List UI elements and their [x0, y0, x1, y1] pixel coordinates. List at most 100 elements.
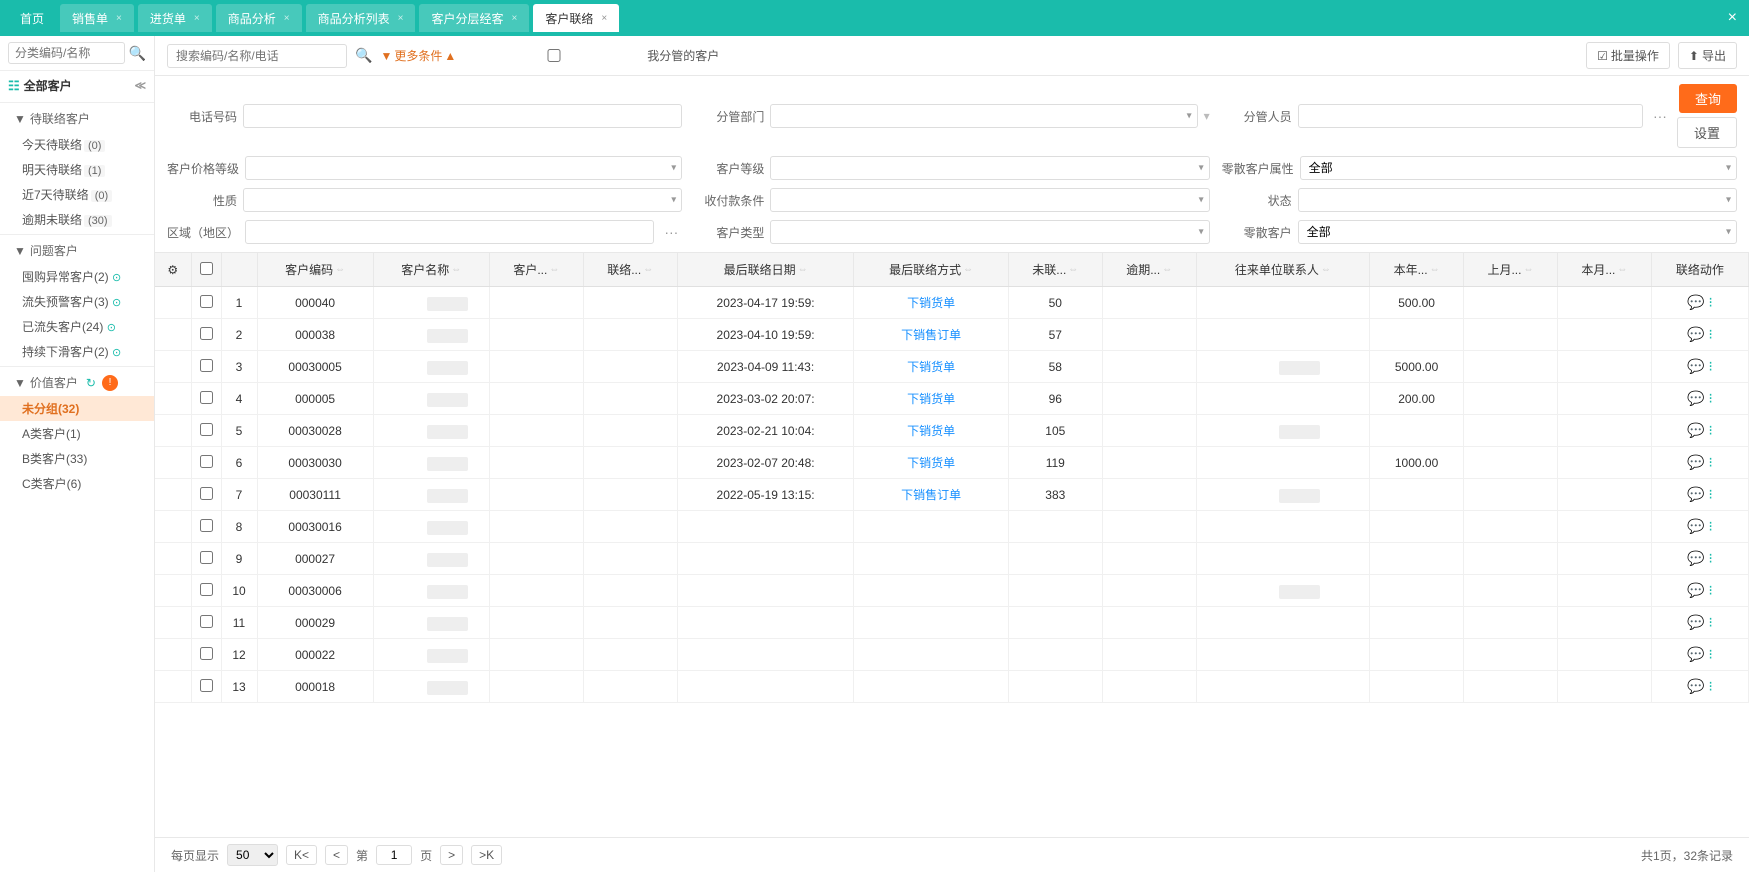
contact-action-icon[interactable]: 💬: [1687, 518, 1704, 535]
sidebar-group-problem[interactable]: ▼ 问题客户: [0, 237, 154, 264]
row-checkbox[interactable]: [200, 679, 213, 692]
last-contact-method-link[interactable]: 下销货单: [907, 360, 955, 374]
filter-payment-select[interactable]: [770, 188, 1209, 212]
col-name[interactable]: 客户名称⇔: [373, 253, 489, 287]
current-page-input[interactable]: [376, 845, 412, 865]
more-action-icon[interactable]: ⁝: [1708, 550, 1712, 567]
last-page-btn[interactable]: >K: [471, 845, 502, 865]
reset-button[interactable]: 设置: [1677, 117, 1737, 148]
contact-action-icon[interactable]: 💬: [1687, 486, 1704, 503]
col-this-month[interactable]: 本月...⇔: [1557, 253, 1651, 287]
col-name-resize[interactable]: ⇔: [451, 264, 461, 275]
sidebar-item-class-b[interactable]: B类客户(33): [0, 446, 154, 471]
filter-status-select[interactable]: [1298, 188, 1737, 212]
filter-person-input[interactable]: [1298, 104, 1643, 128]
search-button[interactable]: 🔍: [355, 47, 372, 64]
last-contact-method-link[interactable]: 下销售订单: [901, 488, 961, 502]
row-checkbox[interactable]: [200, 423, 213, 436]
col-this-month-resize[interactable]: ⇔: [1617, 264, 1627, 275]
sidebar-item-ungroup[interactable]: 未分组(32): [0, 396, 154, 421]
col-unit-contact[interactable]: 往来单位联系人⇔: [1196, 253, 1369, 287]
more-action-icon[interactable]: ⁝: [1708, 582, 1712, 599]
more-action-icon[interactable]: ⁝: [1708, 678, 1712, 695]
filter-person-dots[interactable]: ···: [1649, 108, 1671, 124]
row-checkbox[interactable]: [200, 583, 213, 596]
contact-action-icon[interactable]: 💬: [1687, 326, 1704, 343]
tab-sales[interactable]: 销售单 ×: [60, 4, 134, 32]
row-checkbox[interactable]: [200, 647, 213, 660]
sidebar-item-overdue[interactable]: 逾期未联络(30): [0, 207, 154, 232]
more-action-icon[interactable]: ⁝: [1708, 294, 1712, 311]
filter-region-dots[interactable]: ···: [660, 224, 682, 240]
last-contact-method-link[interactable]: 下销货单: [907, 424, 955, 438]
filter-price-level-select[interactable]: [245, 156, 682, 180]
sidebar-search-icon[interactable]: 🔍: [129, 45, 146, 62]
col-contact[interactable]: 联络...⇔: [583, 253, 677, 287]
row-checkbox[interactable]: [200, 455, 213, 468]
more-action-icon[interactable]: ⁝: [1708, 358, 1712, 375]
my-customers-checkbox[interactable]: [464, 49, 644, 62]
col-this-year[interactable]: 本年...⇔: [1370, 253, 1464, 287]
contact-action-icon[interactable]: 💬: [1687, 614, 1704, 631]
more-action-icon[interactable]: ⁝: [1708, 486, 1712, 503]
more-action-icon[interactable]: ⁝: [1708, 518, 1712, 535]
last-contact-method-link[interactable]: 下销货单: [907, 392, 955, 406]
col-settings[interactable]: ⚙: [155, 253, 191, 287]
filter-phone-input[interactable]: [243, 104, 682, 128]
filter-retail-attr-select[interactable]: 全部: [1300, 156, 1737, 180]
tab-customer-segment[interactable]: 客户分层经客 ×: [419, 4, 529, 32]
sidebar-item-churn-warning[interactable]: 流失预警客户(3) ⊙: [0, 289, 154, 314]
col-contact-resize[interactable]: ⇔: [643, 264, 653, 275]
col-this-year-resize[interactable]: ⇔: [1430, 264, 1440, 275]
sidebar-item-tomorrow[interactable]: 明天待联络(1): [0, 157, 154, 182]
more-action-icon[interactable]: ⁝: [1708, 614, 1712, 631]
contact-action-icon[interactable]: 💬: [1687, 582, 1704, 599]
batch-operation-button[interactable]: ☑ 批量操作: [1586, 42, 1670, 69]
row-checkbox[interactable]: [200, 295, 213, 308]
col-not-contacted[interactable]: 未联...⇔: [1008, 253, 1102, 287]
sidebar-item-churned[interactable]: 已流失客户(24) ⊙: [0, 314, 154, 339]
col-last-month-resize[interactable]: ⇔: [1523, 264, 1533, 275]
more-conditions-button[interactable]: ▼ 更多条件 ▲: [380, 47, 456, 64]
contact-action-icon[interactable]: 💬: [1687, 390, 1704, 407]
row-checkbox[interactable]: [200, 551, 213, 564]
sidebar-item-today[interactable]: 今天待联络(0): [0, 132, 154, 157]
close-product-analysis-list-tab[interactable]: ×: [398, 13, 404, 24]
filter-retail-select[interactable]: 全部: [1298, 220, 1737, 244]
filter-customer-level-select[interactable]: [770, 156, 1209, 180]
contact-action-icon[interactable]: 💬: [1687, 678, 1704, 695]
row-checkbox[interactable]: [200, 519, 213, 532]
last-contact-method-link[interactable]: 下销货单: [907, 456, 955, 470]
sidebar-item-hoarding[interactable]: 囤购异常客户(2) ⊙: [0, 264, 154, 289]
sidebar-group-pending[interactable]: ▼ 待联络客户: [0, 105, 154, 132]
close-customer-contact-tab[interactable]: ×: [601, 13, 607, 24]
col-overdue[interactable]: 逾期...⇔: [1102, 253, 1196, 287]
tab-customer-contact[interactable]: 客户联络 ×: [533, 4, 619, 32]
col-overdue-resize[interactable]: ⇔: [1162, 264, 1172, 275]
last-contact-method-link[interactable]: 下销货单: [907, 296, 955, 310]
row-checkbox[interactable]: [200, 487, 213, 500]
window-close-button[interactable]: ×: [1724, 5, 1741, 31]
row-checkbox[interactable]: [200, 391, 213, 404]
col-last-contact-date-resize[interactable]: ⇔: [798, 264, 808, 275]
col-last-contact-method[interactable]: 最后联络方式⇔: [854, 253, 1008, 287]
filter-dept-select[interactable]: [770, 104, 1197, 128]
close-product-analysis-tab[interactable]: ×: [284, 13, 290, 24]
close-sales-tab[interactable]: ×: [116, 13, 122, 24]
row-checkbox[interactable]: [200, 615, 213, 628]
more-action-icon[interactable]: ⁝: [1708, 646, 1712, 663]
filter-region-input[interactable]: [245, 220, 654, 244]
sidebar-item-class-c[interactable]: C类客户(6): [0, 471, 154, 496]
close-customer-segment-tab[interactable]: ×: [511, 13, 517, 24]
sidebar-search-input[interactable]: [8, 42, 125, 64]
contact-action-icon[interactable]: 💬: [1687, 358, 1704, 375]
col-last-contact-date[interactable]: 最后联络日期⇔: [677, 253, 854, 287]
sidebar-item-7days[interactable]: 近7天待联络(0): [0, 182, 154, 207]
sidebar-item-class-a[interactable]: A类客户(1): [0, 421, 154, 446]
prev-page-btn[interactable]: <: [325, 845, 348, 865]
contact-action-icon[interactable]: 💬: [1687, 454, 1704, 471]
row-checkbox[interactable]: [200, 327, 213, 340]
page-size-select[interactable]: 50 20 100: [227, 844, 278, 866]
col-code[interactable]: 客户编码⇔: [257, 253, 373, 287]
search-input[interactable]: [167, 44, 347, 68]
